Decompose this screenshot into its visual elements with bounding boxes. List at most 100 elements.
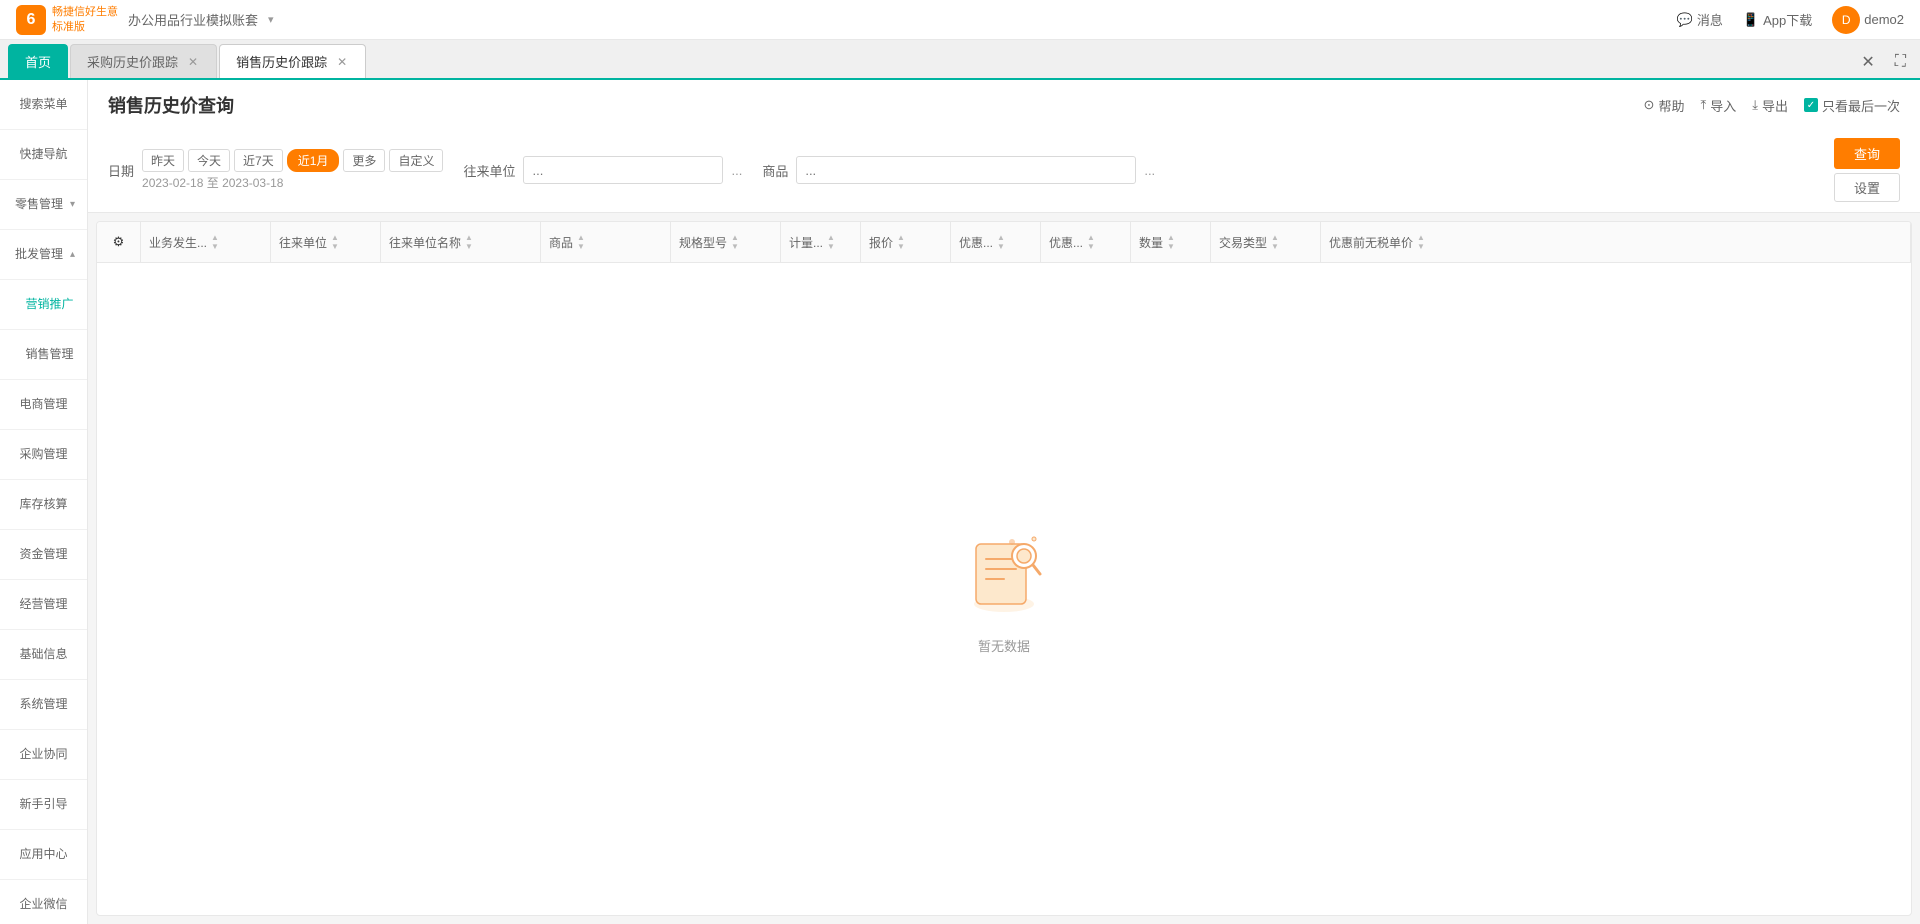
dropdown-icon[interactable]: ▾ (268, 13, 274, 26)
sidebar-item-basic-info[interactable]: 基础信息 (0, 630, 87, 680)
th-goods[interactable]: 商品 ▲▼ (541, 222, 671, 262)
tab-purchase-history[interactable]: 采购历史价跟踪 ✕ (70, 44, 217, 78)
date-btn-more[interactable]: 更多 (343, 149, 385, 172)
tab-sales-history[interactable]: 销售历史价跟踪 ✕ (219, 44, 366, 78)
th-partner-id-label: 往来单位 (279, 234, 327, 251)
th-price-sort: ▲▼ (897, 234, 905, 251)
th-partner-id-sort: ▲▼ (331, 234, 339, 251)
sidebar-item-app-center[interactable]: 应用中心 (0, 830, 87, 880)
sidebar-item-operations[interactable]: 经营管理 (0, 580, 87, 630)
main-layout: 搜索菜单 快捷导航 零售管理 ▾ 批发管理 ▴ 营销推广 销售管理 电商管理 采… (0, 80, 1920, 924)
th-trade-type[interactable]: 交易类型 ▲▼ (1211, 222, 1321, 262)
sidebar-item-ecommerce[interactable]: 电商管理 (0, 380, 87, 430)
sidebar-retail-mgmt-label: 零售管理 (12, 196, 66, 213)
sidebar-item-finance[interactable]: 资金管理 (0, 530, 87, 580)
app-download-btn[interactable]: 📱 App下载 (1743, 10, 1812, 29)
th-qty-label: 数量 (1139, 234, 1163, 251)
th-pretax-price-sort: ▲▼ (1417, 234, 1425, 251)
sidebar-item-retail-mgmt[interactable]: 零售管理 ▾ (0, 180, 87, 230)
filter-row: 日期 昨天 今天 近7天 近1月 更多 自定义 2023-02-18 至 202… (108, 130, 1900, 212)
sidebar-item-guide[interactable]: 新手引导 (0, 780, 87, 830)
th-partner-name[interactable]: 往来单位名称 ▲▼ (381, 222, 541, 262)
tab-bar: 首页 采购历史价跟踪 ✕ 销售历史价跟踪 ✕ ✕ ⛶ (0, 40, 1920, 80)
tab-home[interactable]: 首页 (8, 44, 68, 78)
page-title-row: 销售历史价查询 ⊙ 帮助 ⤒ 导入 ⤓ 导出 (108, 92, 1900, 118)
sidebar: 搜索菜单 快捷导航 零售管理 ▾ 批发管理 ▴ 营销推广 销售管理 电商管理 采… (0, 80, 88, 924)
tab-bar-actions: ✕ ⛶ (1855, 50, 1912, 78)
th-qty[interactable]: 数量 ▲▼ (1131, 222, 1211, 262)
partner-filter-label: 往来单位 (463, 161, 515, 180)
th-discount2-sort: ▲▼ (1087, 234, 1095, 251)
th-price[interactable]: 报价 ▲▼ (861, 222, 951, 262)
th-discount1-sort: ▲▼ (997, 234, 1005, 251)
message-label: 消息 (1697, 10, 1723, 29)
th-partner-name-sort: ▲▼ (465, 234, 473, 251)
sidebar-system-mgmt-label: 系统管理 (19, 696, 67, 713)
help-btn[interactable]: ⊙ 帮助 (1644, 96, 1685, 115)
gear-icon: ⚙ (113, 234, 125, 250)
sidebar-item-sales-mgmt[interactable]: 销售管理 (0, 330, 87, 380)
th-business-date[interactable]: 业务发生... ▲▼ (141, 222, 271, 262)
header-left: 6 畅捷信好生意 标准版 办公用品行业模拟账套 ▾ (16, 5, 274, 35)
export-btn[interactable]: ⤓ 导出 (1752, 96, 1788, 115)
btn-group-right: 查询 设置 (1834, 138, 1900, 202)
th-trade-type-label: 交易类型 (1219, 234, 1267, 251)
tab-purchase-history-close[interactable]: ✕ (186, 53, 200, 71)
th-discount2-label: 优惠... (1049, 234, 1083, 251)
maximize-btn[interactable]: ⛶ (1889, 51, 1912, 73)
only-last-checkbox-label[interactable]: 只看最后一次 (1804, 96, 1900, 115)
sidebar-item-quick-nav[interactable]: 快捷导航 (0, 130, 87, 180)
date-btn-last7[interactable]: 近7天 (234, 149, 283, 172)
th-unit-sort: ▲▼ (827, 234, 835, 251)
close-tab-btn[interactable]: ✕ (1855, 50, 1880, 74)
user-area[interactable]: D demo2 (1832, 6, 1904, 34)
tab-sales-history-label: 销售历史价跟踪 (236, 52, 327, 71)
th-partner-id[interactable]: 往来单位 ▲▼ (271, 222, 381, 262)
goods-input[interactable] (796, 156, 1136, 184)
goods-filter-group: 商品 ... (762, 156, 1155, 184)
import-btn[interactable]: ⤒ 导入 (1700, 96, 1736, 115)
help-label: 帮助 (1658, 96, 1684, 115)
date-btn-custom[interactable]: 自定义 (389, 149, 443, 172)
th-qty-sort: ▲▼ (1167, 234, 1175, 251)
date-btn-yesterday[interactable]: 昨天 (142, 149, 184, 172)
th-discount2[interactable]: 优惠... ▲▼ (1041, 222, 1131, 262)
logo-text: 畅捷信好生意 标准版 (52, 5, 118, 34)
th-gear[interactable]: ⚙ (97, 222, 141, 262)
sidebar-item-marketing[interactable]: 营销推广 (0, 280, 87, 330)
query-button[interactable]: 查询 (1834, 138, 1900, 169)
sidebar-item-enterprise[interactable]: 企业协同 (0, 730, 87, 780)
empty-state: 暂无数据 (97, 263, 1911, 915)
help-icon: ⊙ (1644, 97, 1655, 113)
th-unit[interactable]: 计量... ▲▼ (781, 222, 861, 262)
date-range-text: 2023-02-18 至 2023-03-18 (142, 174, 443, 191)
tab-purchase-history-label: 采购历史价跟踪 (87, 52, 178, 71)
sidebar-wholesale-mgmt-label: 批发管理 (12, 246, 66, 263)
sidebar-operations-label: 经营管理 (19, 596, 67, 613)
empty-text: 暂无数据 (978, 636, 1030, 655)
th-spec[interactable]: 规格型号 ▲▼ (671, 222, 781, 262)
settings-button[interactable]: 设置 (1834, 173, 1900, 202)
sidebar-item-purchase-mgmt[interactable]: 采购管理 (0, 430, 87, 480)
date-filter-group: 日期 昨天 今天 近7天 近1月 更多 自定义 2023-02-18 至 202… (108, 149, 443, 191)
date-btn-today[interactable]: 今天 (188, 149, 230, 172)
export-icon: ⤓ (1752, 97, 1758, 113)
sidebar-item-search-menu[interactable]: 搜索菜单 (0, 80, 87, 130)
th-discount1-label: 优惠... (959, 234, 993, 251)
th-pretax-price[interactable]: 优惠前无税单价 ▲▼ (1321, 222, 1911, 262)
partner-input[interactable] (523, 156, 723, 184)
message-btn[interactable]: 💬 消息 (1677, 10, 1723, 29)
sidebar-item-system-mgmt[interactable]: 系统管理 (0, 680, 87, 730)
sidebar-guide-label: 新手引导 (19, 796, 67, 813)
sidebar-item-wholesale-mgmt[interactable]: 批发管理 ▴ (0, 230, 87, 280)
tab-sales-history-close[interactable]: ✕ (335, 53, 349, 71)
only-last-checkbox[interactable] (1804, 98, 1818, 112)
sidebar-item-inventory[interactable]: 库存核算 (0, 480, 87, 530)
sidebar-retail-mgmt-arrow: ▾ (70, 198, 75, 212)
th-price-label: 报价 (869, 234, 893, 251)
sidebar-item-enterprise-wechat[interactable]: 企业微信 (0, 880, 87, 924)
th-discount1[interactable]: 优惠... ▲▼ (951, 222, 1041, 262)
sidebar-purchase-mgmt-label: 采购管理 (19, 446, 67, 463)
date-btn-last1m[interactable]: 近1月 (287, 149, 340, 172)
th-business-date-sort: ▲▼ (211, 234, 219, 251)
